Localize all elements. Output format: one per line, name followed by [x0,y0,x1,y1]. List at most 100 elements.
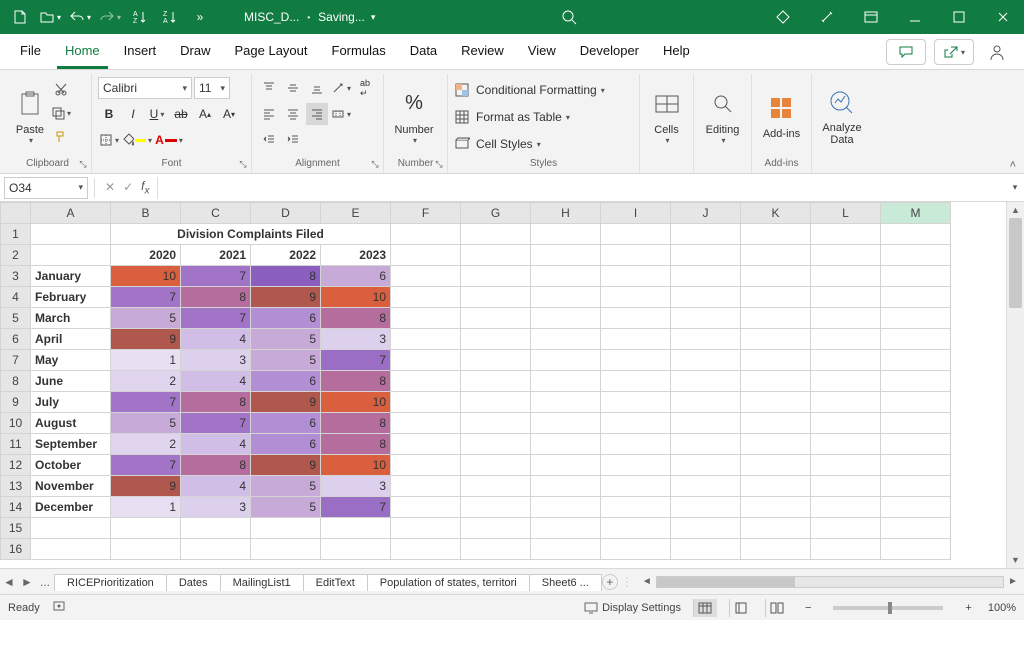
sheet-tab-sheet6[interactable]: Sheet6 ... [529,574,602,591]
tab-help[interactable]: Help [655,35,698,69]
increase-indent-icon[interactable] [282,129,304,151]
col-header-D[interactable]: D [251,203,321,224]
tab-insert[interactable]: Insert [116,35,165,69]
new-sheet-button[interactable]: + [602,574,618,590]
wrap-text-icon[interactable]: ab↵ [354,77,376,99]
data-cell[interactable]: 6 [321,266,391,287]
copy-icon[interactable]: ▾ [50,102,72,124]
shrink-font-button[interactable]: A▾ [218,103,240,125]
month-cell[interactable]: February [31,287,111,308]
data-cell[interactable]: 1 [111,350,181,371]
premium-icon[interactable] [762,0,804,34]
col-header-J[interactable]: J [671,203,741,224]
page-layout-view-icon[interactable] [729,599,753,617]
open-file-icon[interactable]: ▾ [36,3,64,31]
tab-view[interactable]: View [520,35,564,69]
data-cell[interactable]: 5 [251,476,321,497]
zoom-in-button[interactable]: + [961,602,975,614]
col-header-C[interactable]: C [181,203,251,224]
zoom-level[interactable]: 100% [988,602,1016,614]
month-cell[interactable]: December [31,497,111,518]
year-header[interactable]: 2021 [181,245,251,266]
analyze-data-button[interactable]: Analyze Data [818,76,866,154]
strike-button[interactable]: ab [170,103,192,125]
cells-button[interactable]: Cells▾ [646,76,687,154]
data-cell[interactable]: 10 [321,455,391,476]
data-cell[interactable]: 7 [181,266,251,287]
alignment-dialog-launcher[interactable]: ⤡ [369,158,381,170]
sort-desc-icon[interactable]: ZA [156,3,184,31]
align-middle-icon[interactable] [282,77,304,99]
col-header-I[interactable]: I [601,203,671,224]
align-top-icon[interactable] [258,77,280,99]
zoom-out-button[interactable]: − [801,602,815,614]
zoom-slider[interactable] [833,606,943,610]
data-cell[interactable]: 6 [251,413,321,434]
month-cell[interactable]: September [31,434,111,455]
data-cell[interactable]: 3 [321,329,391,350]
scroll-down-icon[interactable]: ▼ [1007,552,1024,568]
data-cell[interactable]: 7 [111,287,181,308]
col-header-K[interactable]: K [741,203,811,224]
data-cell[interactable]: 10 [321,287,391,308]
select-all-corner[interactable] [1,203,31,224]
data-cell[interactable]: 2 [111,434,181,455]
addins-button[interactable]: Add-ins [758,76,805,154]
close-button[interactable] [982,0,1024,34]
collapse-ribbon-icon[interactable]: ˄ [1010,159,1016,171]
decrease-indent-icon[interactable] [258,129,280,151]
data-cell[interactable]: 9 [251,287,321,308]
month-cell[interactable]: October [31,455,111,476]
sheet-nav-prev[interactable]: ◄ [0,575,18,589]
normal-view-icon[interactable] [693,599,717,617]
comments-button[interactable] [886,39,926,65]
sheet-tab-mailing[interactable]: MailingList1 [220,574,304,591]
editing-button[interactable]: Editing▾ [700,76,745,154]
data-cell[interactable]: 7 [111,455,181,476]
grid-table[interactable]: ABCDEFGHIJKLM1Division Complaints Filed2… [0,202,951,560]
data-cell[interactable]: 4 [181,434,251,455]
data-cell[interactable]: 3 [321,476,391,497]
col-header-A[interactable]: A [31,203,111,224]
data-cell[interactable]: 4 [181,476,251,497]
font-dialog-launcher[interactable]: ⤡ [237,158,249,170]
data-cell[interactable]: 5 [251,350,321,371]
row-header-2[interactable]: 2 [1,245,31,266]
data-cell[interactable]: 6 [251,371,321,392]
month-cell[interactable]: January [31,266,111,287]
row-header-8[interactable]: 8 [1,371,31,392]
row-header-1[interactable]: 1 [1,224,31,245]
data-cell[interactable]: 6 [251,434,321,455]
tab-home[interactable]: Home [57,35,108,69]
row-header-14[interactable]: 14 [1,497,31,518]
number-format-button[interactable]: % Number▾ [390,76,438,154]
tab-page-layout[interactable]: Page Layout [227,35,316,69]
tab-data[interactable]: Data [402,35,445,69]
data-cell[interactable]: 9 [111,329,181,350]
data-cell[interactable]: 9 [251,455,321,476]
tab-review[interactable]: Review [453,35,512,69]
hscroll-right-icon[interactable]: ► [1006,576,1020,587]
conditional-formatting-button[interactable]: Conditional Formatting▾ [454,78,605,102]
month-cell[interactable]: June [31,371,111,392]
table-title[interactable]: Division Complaints Filed [111,224,391,245]
month-cell[interactable]: July [31,392,111,413]
row-header-10[interactable]: 10 [1,413,31,434]
bold-button[interactable]: B [98,103,120,125]
row-header-15[interactable]: 15 [1,518,31,539]
data-cell[interactable]: 8 [321,371,391,392]
merge-icon[interactable]: ▾ [330,103,352,125]
fx-icon[interactable]: fx [141,179,149,196]
data-cell[interactable]: 8 [321,413,391,434]
row-header-4[interactable]: 4 [1,287,31,308]
data-cell[interactable]: 7 [181,308,251,329]
sort-asc-icon[interactable]: AZ [126,3,154,31]
col-header-B[interactable]: B [111,203,181,224]
col-header-F[interactable]: F [391,203,461,224]
data-cell[interactable]: 9 [111,476,181,497]
sheet-tab-edittext[interactable]: EditText [303,574,368,591]
fill-color-button[interactable]: ▾ [122,129,152,151]
format-painter-icon[interactable] [50,126,72,148]
horizontal-scrollbar[interactable]: ◄ ► [636,576,1024,588]
account-icon[interactable] [982,43,1012,61]
